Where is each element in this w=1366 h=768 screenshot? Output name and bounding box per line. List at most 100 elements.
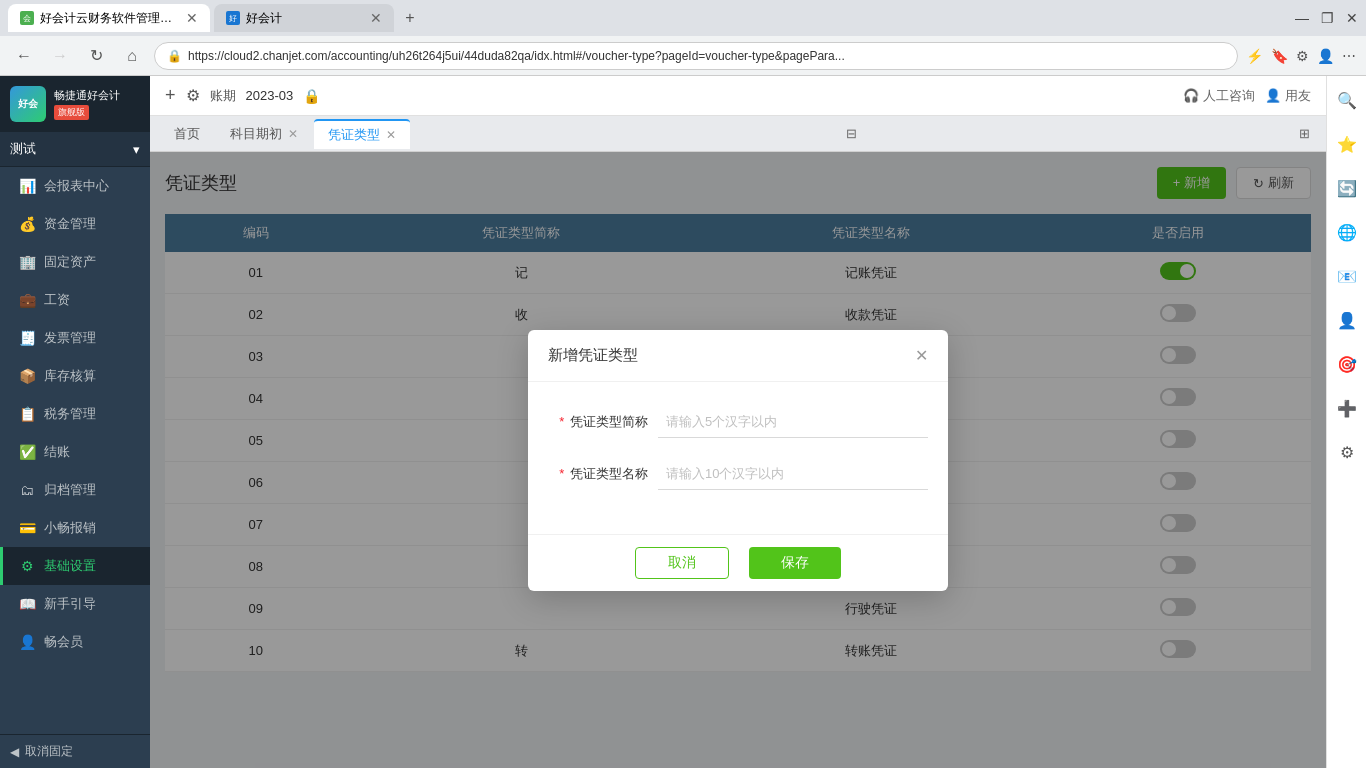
rs-add-icon[interactable]: ➕ [1331, 392, 1363, 424]
sidebar-label-guide: 新手引导 [44, 595, 96, 613]
required-star-2: * [559, 466, 564, 481]
settings-gear-icon[interactable]: ⚙ [186, 86, 200, 105]
rs-star-icon[interactable]: ⭐ [1331, 128, 1363, 160]
close-button[interactable]: ✕ [1346, 10, 1358, 26]
extension-icon-4[interactable]: 👤 [1317, 48, 1334, 64]
address-bar-actions: ⚡ 🔖 ⚙ 👤 ⋯ [1246, 48, 1356, 64]
sidebar: 好会 畅捷通好会计 旗舰版 测试 ▾ 📊 会报表中心 💰 资金管理 🏢 固定资产 [0, 76, 150, 768]
sidebar-item-inventory[interactable]: 📦 库存核算 [0, 357, 150, 395]
tab-favicon-1: 会 [20, 11, 34, 25]
dialog-body: * 凭证类型简称 * 凭证类型名称 [528, 382, 948, 534]
short-name-label: * 凭证类型简称 [548, 413, 658, 431]
restore-button[interactable]: ❐ [1321, 10, 1334, 26]
settings-icon: ⚙ [18, 557, 36, 575]
unpin-label: 取消固定 [25, 743, 73, 760]
right-sidebar: 🔍 ⭐ 🔄 🌐 📧 👤 🎯 ➕ ⚙ [1326, 76, 1366, 768]
forward-button[interactable]: → [46, 42, 74, 70]
sidebar-label-settle: 结账 [44, 443, 70, 461]
tab-voucher-close[interactable]: ✕ [386, 128, 396, 142]
rs-target-icon[interactable]: 🎯 [1331, 348, 1363, 380]
sidebar-label-dashboard: 会报表中心 [44, 177, 109, 195]
sidebar-item-expense[interactable]: 💳 小畅报销 [0, 509, 150, 547]
sidebar-item-dashboard[interactable]: 📊 会报表中心 [0, 167, 150, 205]
browser-chrome: 会 好会计云财务软件管理系统_会计 ✕ 好 好会计 ✕ + — ❐ ✕ [0, 0, 1366, 36]
sidebar-item-member[interactable]: 👤 畅会员 [0, 623, 150, 661]
sidebar-label-payroll: 工资 [44, 291, 70, 309]
archive-icon: 🗂 [18, 481, 36, 499]
sidebar-item-tax[interactable]: 📋 税务管理 [0, 395, 150, 433]
browser-tab-active[interactable]: 会 好会计云财务软件管理系统_会计 ✕ [8, 4, 210, 32]
full-name-label: * 凭证类型名称 [548, 465, 658, 483]
reload-button[interactable]: ↻ [82, 42, 110, 70]
expense-icon: 💳 [18, 519, 36, 537]
tab-voucher-type[interactable]: 凭证类型 ✕ [314, 119, 410, 149]
headset-icon: 🎧 [1183, 88, 1199, 103]
tab-subjects-label: 科目期初 [230, 125, 282, 143]
sidebar-label-settings: 基础设置 [44, 557, 96, 575]
period-label: 账期 [210, 87, 236, 105]
tab-close-1[interactable]: ✕ [186, 10, 198, 26]
back-button[interactable]: ← [10, 42, 38, 70]
sidebar-item-guide[interactable]: 📖 新手引导 [0, 585, 150, 623]
short-name-label-text: 凭证类型简称 [570, 414, 648, 429]
tab-minimize-icon[interactable]: ⊟ [839, 122, 863, 146]
extension-icon-3[interactable]: ⚙ [1296, 48, 1309, 64]
dialog-header: 新增凭证类型 ✕ [528, 330, 948, 382]
extension-icon-1[interactable]: ⚡ [1246, 48, 1263, 64]
company-name: 测试 [10, 140, 36, 158]
save-button[interactable]: 保存 [749, 547, 841, 579]
minimize-button[interactable]: — [1295, 10, 1309, 26]
dialog-close-button[interactable]: ✕ [915, 346, 928, 365]
cancel-button[interactable]: 取消 [635, 547, 729, 579]
rs-world-icon[interactable]: 🌐 [1331, 216, 1363, 248]
tab-voucher-label: 凭证类型 [328, 126, 380, 144]
lock-period-icon[interactable]: 🔒 [303, 88, 320, 104]
sidebar-item-invoice[interactable]: 🧾 发票管理 [0, 319, 150, 357]
new-tab-button[interactable]: + [398, 6, 422, 30]
sidebar-item-payroll[interactable]: 💼 工资 [0, 281, 150, 319]
tab-close-2[interactable]: ✕ [370, 10, 382, 26]
sidebar-item-settings[interactable]: ⚙ 基础设置 [0, 547, 150, 585]
sidebar-item-finance[interactable]: 💰 资金管理 [0, 205, 150, 243]
tab-title-1: 好会计云财务软件管理系统_会计 [40, 10, 180, 27]
tab-home[interactable]: 首页 [160, 119, 214, 149]
rs-user-icon[interactable]: 👤 [1331, 304, 1363, 336]
rs-gear-icon[interactable]: ⚙ [1331, 436, 1363, 468]
tab-subjects[interactable]: 科目期初 ✕ [216, 119, 312, 149]
full-name-input[interactable] [658, 458, 928, 490]
sidebar-label-invoice: 发票管理 [44, 329, 96, 347]
logo-badge: 旗舰版 [54, 105, 89, 120]
required-star-1: * [559, 414, 564, 429]
sidebar-label-member: 畅会员 [44, 633, 83, 651]
sidebar-label-inventory: 库存核算 [44, 367, 96, 385]
rs-sync-icon[interactable]: 🔄 [1331, 172, 1363, 204]
tax-icon: 📋 [18, 405, 36, 423]
sidebar-item-assets[interactable]: 🏢 固定资产 [0, 243, 150, 281]
sidebar-label-tax: 税务管理 [44, 405, 96, 423]
sidebar-company[interactable]: 测试 ▾ [0, 132, 150, 167]
home-button[interactable]: ⌂ [118, 42, 146, 70]
tab-subjects-close[interactable]: ✕ [288, 127, 298, 141]
app-topbar: + ⚙ 账期 2023-03 🔒 🎧 人工咨询 👤 用友 [150, 76, 1326, 116]
sidebar-footer[interactable]: ◀ 取消固定 [0, 734, 150, 768]
sidebar-label-assets: 固定资产 [44, 253, 96, 271]
help-button[interactable]: 🎧 人工咨询 [1183, 87, 1255, 105]
main-content: + ⚙ 账期 2023-03 🔒 🎧 人工咨询 👤 用友 首页 科目期初 ✕ [150, 76, 1326, 768]
company-dropdown-icon[interactable]: ▾ [133, 142, 140, 157]
period-value: 2023-03 [246, 88, 294, 103]
sidebar-item-archive[interactable]: 🗂 归档管理 [0, 471, 150, 509]
rs-search-icon[interactable]: 🔍 [1331, 84, 1363, 116]
unpin-icon: ◀ [10, 745, 19, 759]
url-bar[interactable]: 🔒 https://cloud2.chanjet.com/accounting/… [154, 42, 1238, 70]
extension-icon-2[interactable]: 🔖 [1271, 48, 1288, 64]
short-name-input[interactable] [658, 406, 928, 438]
tab-maximize-icon[interactable]: ⊞ [1292, 122, 1316, 146]
tab-title-2: 好会计 [246, 10, 364, 27]
user-button[interactable]: 👤 用友 [1265, 87, 1311, 105]
sidebar-item-settle[interactable]: ✅ 结账 [0, 433, 150, 471]
browser-tab-inactive[interactable]: 好 好会计 ✕ [214, 4, 394, 32]
logo-info: 畅捷通好会计 旗舰版 [54, 88, 120, 119]
rs-mail-icon[interactable]: 📧 [1331, 260, 1363, 292]
add-icon[interactable]: + [165, 85, 176, 106]
more-button[interactable]: ⋯ [1342, 48, 1356, 64]
